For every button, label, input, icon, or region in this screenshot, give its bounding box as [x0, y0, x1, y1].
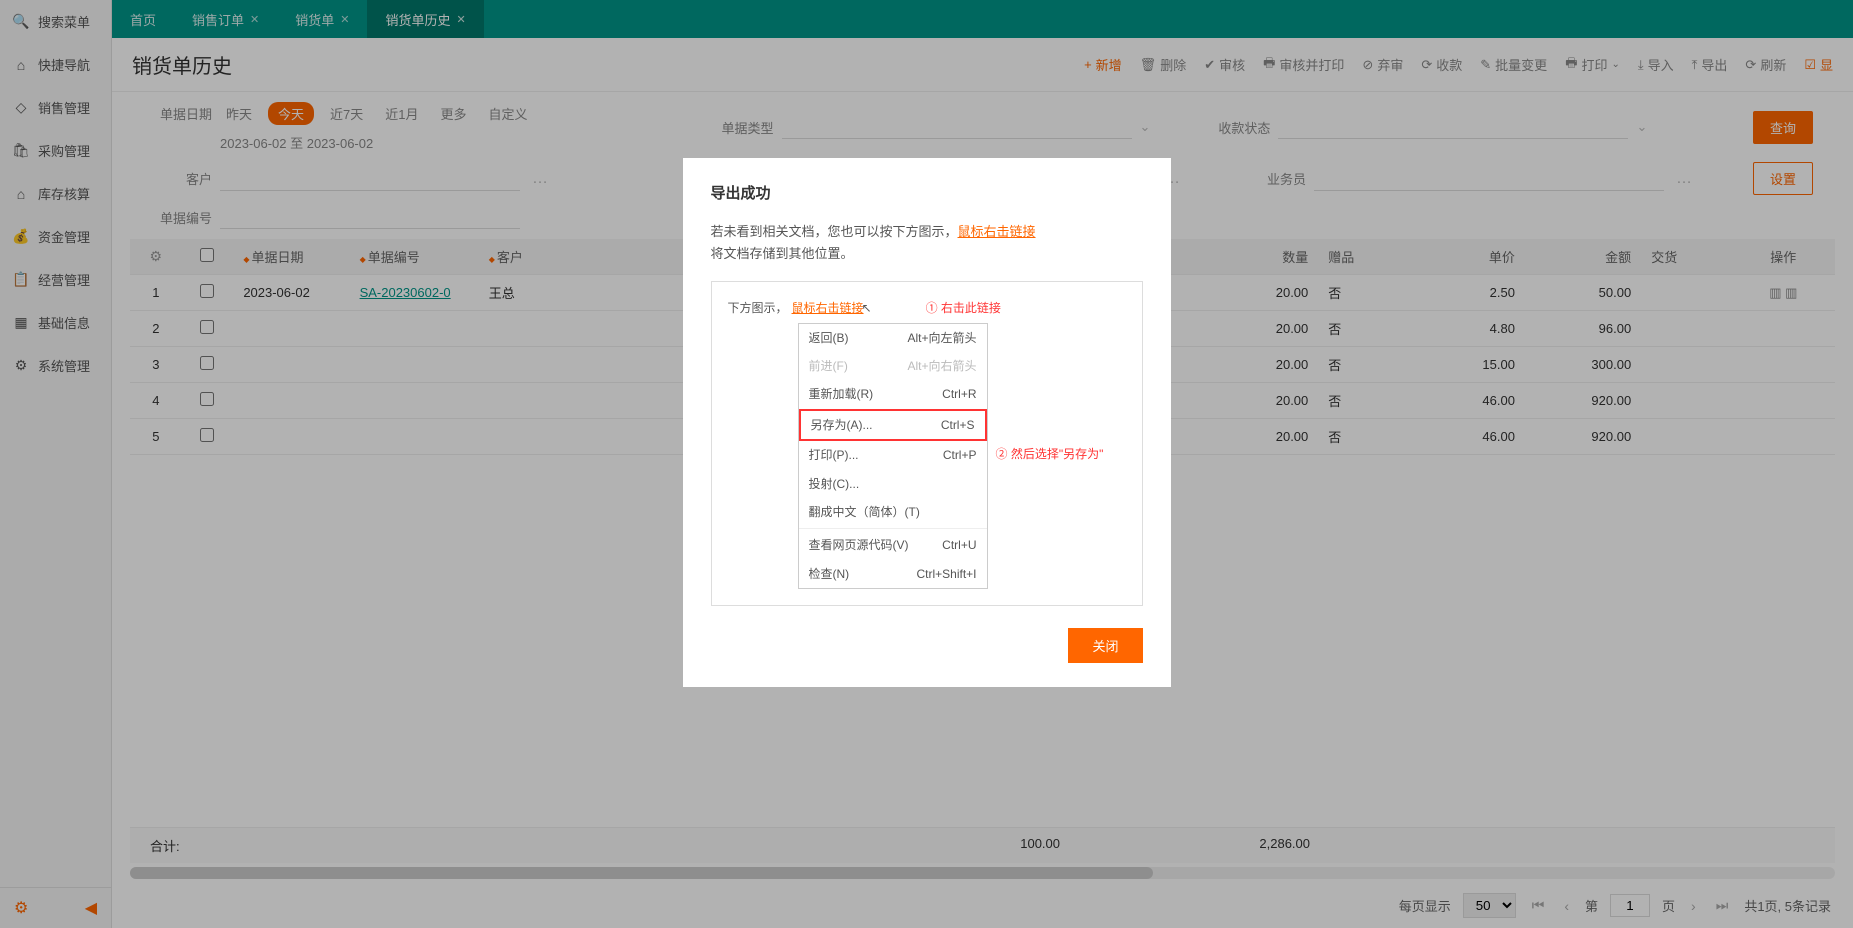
ctx-item: 返回(B)Alt+向左箭头 [799, 324, 987, 352]
modal-body: 若未看到相关文档，您也可以按下方图示，鼠标右击链接 将文档存储到其他位置。 下方… [711, 221, 1143, 606]
ctx-item: 前进(F)Alt+向右箭头 [799, 352, 987, 380]
ctx-item: 另存为(A)...Ctrl+S [799, 409, 987, 441]
export-modal: 导出成功 若未看到相关文档，您也可以按下方图示，鼠标右击链接 将文档存储到其他位… [683, 158, 1171, 687]
anno-2: ② 然后选择"另存为" [996, 444, 1104, 464]
hint-image: 下方图示， 鼠标右击链接 ↖ ① 右击此链接 返回(B)Alt+向左箭头前进(F… [711, 281, 1143, 606]
ctx-item: 检查(N)Ctrl+Shift+I [799, 560, 987, 588]
ctx-item: 打印(P)...Ctrl+P [799, 441, 987, 469]
modal-overlay[interactable]: 导出成功 若未看到相关文档，您也可以按下方图示，鼠标右击链接 将文档存储到其他位… [0, 0, 1853, 928]
modal-title: 导出成功 [711, 182, 1143, 203]
cursor-icon: ↖ [862, 298, 872, 318]
ctx-item: 查看网页源代码(V)Ctrl+U [799, 531, 987, 559]
ctx-item: 投射(C)... [799, 470, 987, 498]
ctx-item: 重新加载(R)Ctrl+R [799, 380, 987, 408]
context-menu: 返回(B)Alt+向左箭头前进(F)Alt+向右箭头重新加载(R)Ctrl+R另… [798, 323, 988, 590]
close-button[interactable]: 关闭 [1068, 628, 1142, 663]
right-click-link[interactable]: 鼠标右击链接 [958, 224, 1036, 239]
anno-1: ① 右击此链接 [926, 298, 1001, 318]
ctx-item: 翻成中文（简体）(T) [799, 498, 987, 526]
